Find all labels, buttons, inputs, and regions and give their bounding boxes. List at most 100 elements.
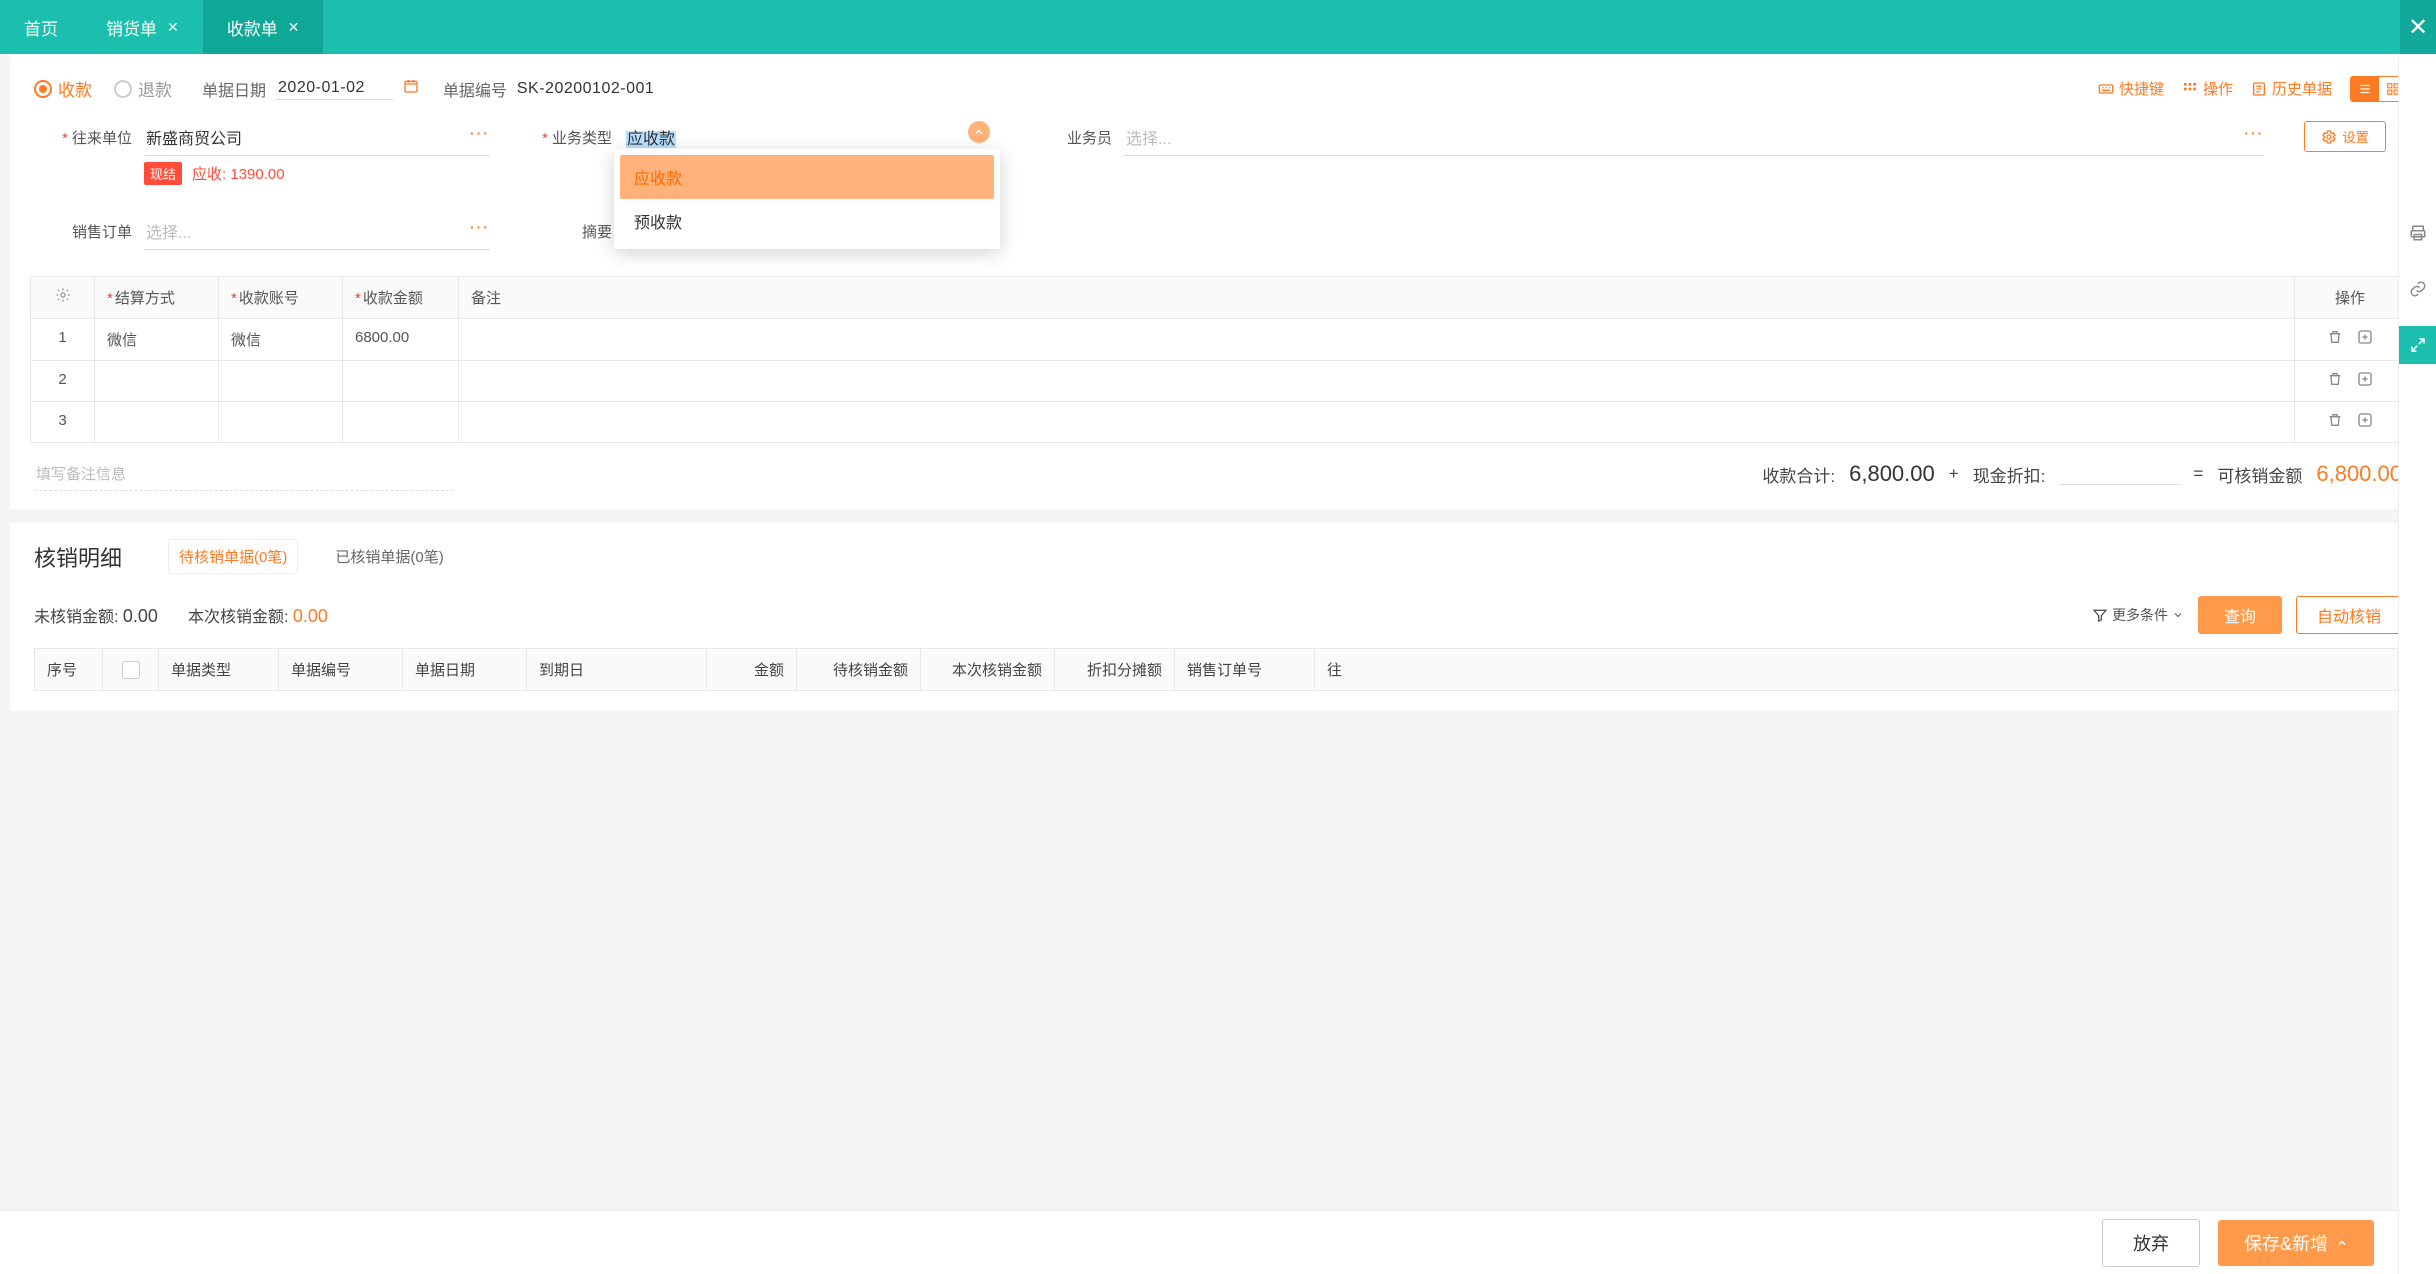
calendar-icon[interactable] bbox=[403, 78, 419, 99]
doc-date: 单据日期 2020-01-02 bbox=[202, 77, 419, 101]
radio-receive[interactable]: 收款 bbox=[34, 76, 92, 101]
biztype-option-receivable[interactable]: 应收款 bbox=[620, 155, 994, 199]
col-rel: 往 bbox=[1315, 649, 1365, 690]
more-icon[interactable]: ··· bbox=[470, 219, 490, 235]
salesman-input[interactable]: 选择... bbox=[1124, 121, 2264, 156]
chevron-up-icon[interactable] bbox=[968, 121, 990, 143]
tab-home[interactable]: 首页 bbox=[0, 0, 82, 54]
remark-input[interactable]: 填写备注信息 bbox=[34, 457, 454, 491]
cell-amount[interactable] bbox=[343, 402, 459, 442]
add-icon[interactable] bbox=[2357, 412, 2373, 432]
settings-wrap: 设置 bbox=[2304, 121, 2386, 152]
expand-icon[interactable] bbox=[2399, 326, 2436, 364]
cell-remark[interactable] bbox=[459, 361, 2295, 401]
biztype-option-prepay[interactable]: 预收款 bbox=[620, 199, 994, 243]
col-remark: 备注 bbox=[459, 277, 2295, 318]
cell-remark[interactable] bbox=[459, 402, 2295, 442]
doc-no: 单据编号 SK-20200102-001 bbox=[443, 77, 654, 101]
salesorder-field: 销售订单 选择... ··· bbox=[50, 215, 490, 250]
detail-title: 核销明细 bbox=[34, 541, 122, 573]
tab-home-label: 首页 bbox=[24, 15, 58, 40]
receipt-type-radio: 收款 退款 bbox=[28, 72, 178, 105]
top-right-actions: 快捷键 操作 历史单据 bbox=[2098, 76, 2408, 102]
tab-sales[interactable]: 销货单 ✕ bbox=[82, 0, 203, 54]
cell-account[interactable] bbox=[219, 361, 343, 401]
close-icon[interactable]: ✕ bbox=[167, 19, 179, 36]
history-link[interactable]: 历史单据 bbox=[2251, 78, 2332, 99]
more-icon[interactable]: ··· bbox=[470, 125, 490, 141]
salesorder-input[interactable]: 选择... bbox=[144, 215, 490, 250]
close-icon[interactable]: ✕ bbox=[288, 19, 300, 36]
cell-amount[interactable]: 6800.00 bbox=[343, 319, 459, 360]
ops-link[interactable]: 操作 bbox=[2182, 78, 2233, 99]
receivable-text: 应收: 1390.00 bbox=[192, 163, 285, 184]
cell-method[interactable] bbox=[95, 361, 219, 401]
chevron-down-icon bbox=[2172, 609, 2184, 621]
radio-dot-icon bbox=[114, 80, 132, 98]
row-ops bbox=[2295, 361, 2405, 401]
link-icon[interactable] bbox=[2399, 270, 2436, 308]
radio-refund-label: 退款 bbox=[138, 76, 172, 101]
cell-amount[interactable] bbox=[343, 361, 459, 401]
shortcut-link[interactable]: 快捷键 bbox=[2098, 78, 2164, 99]
detail-table-head: 序号 单据类型 单据编号 单据日期 到期日 金额 待核销金额 本次核销金额 折扣… bbox=[35, 649, 2401, 690]
shortcut-label: 快捷键 bbox=[2119, 78, 2164, 99]
save-button[interactable]: 保存&新增 bbox=[2218, 1220, 2374, 1266]
col-order: 销售订单号 bbox=[1175, 649, 1315, 690]
side-rail bbox=[2398, 54, 2436, 1274]
radio-dot-icon bbox=[34, 80, 52, 98]
delete-icon[interactable] bbox=[2327, 371, 2343, 391]
thiswriteoff: 本次核销金额: 0.00 bbox=[188, 603, 328, 627]
add-icon[interactable] bbox=[2357, 329, 2373, 350]
radio-refund[interactable]: 退款 bbox=[114, 76, 172, 101]
auto-writeoff-button[interactable]: 自动核销 bbox=[2296, 596, 2402, 634]
discount-input[interactable] bbox=[2059, 463, 2179, 485]
checkbox-all[interactable] bbox=[122, 661, 140, 679]
cell-method[interactable]: 微信 bbox=[95, 319, 219, 360]
delete-icon[interactable] bbox=[2327, 412, 2343, 432]
tab-sales-label: 销货单 bbox=[106, 15, 157, 40]
eq-sign: = bbox=[2193, 464, 2203, 484]
cell-account[interactable] bbox=[219, 402, 343, 442]
more-conditions[interactable]: 更多条件 bbox=[2092, 605, 2184, 625]
col-due: 到期日 bbox=[527, 649, 707, 690]
doc-date-label: 单据日期 bbox=[202, 77, 266, 101]
doc-no-value: SK-20200102-001 bbox=[517, 80, 654, 98]
detail-sub-right: 更多条件 查询 自动核销 bbox=[2092, 596, 2402, 634]
cell-method[interactable] bbox=[95, 402, 219, 442]
unwriteoff: 未核销金额: 0.00 bbox=[34, 603, 158, 627]
main-card: 收款 退款 单据日期 2020-01-02 单据编号 SK-20200102-0… bbox=[10, 54, 2426, 509]
row-index: 1 bbox=[31, 319, 95, 360]
party-input[interactable]: 新盛商贸公司 bbox=[144, 121, 490, 156]
gear-icon[interactable] bbox=[31, 277, 95, 318]
table-row: 2 bbox=[31, 361, 2405, 402]
save-label: 保存&新增 bbox=[2244, 1230, 2328, 1256]
col-checkbox bbox=[103, 649, 159, 690]
cell-account[interactable]: 微信 bbox=[219, 319, 343, 360]
settings-button[interactable]: 设置 bbox=[2304, 121, 2386, 152]
form-fields: *往来单位 新盛商贸公司 ··· 现结 应收: 1390.00 *业务类型 应收… bbox=[10, 117, 2426, 258]
tab-receipt[interactable]: 收款单 ✕ bbox=[203, 0, 324, 54]
query-button[interactable]: 查询 bbox=[2198, 596, 2282, 634]
history-label: 历史单据 bbox=[2272, 78, 2332, 99]
col-amount: *收款金额 bbox=[343, 277, 459, 318]
col-pend: 待核销金额 bbox=[797, 649, 921, 690]
chevron-up-icon bbox=[2336, 1237, 2348, 1249]
detail-table: 序号 单据类型 单据编号 单据日期 到期日 金额 待核销金额 本次核销金额 折扣… bbox=[34, 648, 2402, 691]
more-icon[interactable]: ··· bbox=[2244, 125, 2264, 141]
plus-sign: + bbox=[1949, 464, 1959, 484]
tab-pending[interactable]: 待核销单据(0笔) bbox=[168, 539, 298, 574]
delete-icon[interactable] bbox=[2327, 329, 2343, 350]
form-top-row: 收款 退款 单据日期 2020-01-02 单据编号 SK-20200102-0… bbox=[10, 60, 2426, 117]
salesorder-label: 销售订单 bbox=[50, 215, 132, 242]
close-all-icon[interactable]: ✕ bbox=[2400, 0, 2436, 54]
tab-done[interactable]: 已核销单据(0笔) bbox=[324, 539, 454, 574]
cell-remark[interactable] bbox=[459, 319, 2295, 360]
print-icon[interactable] bbox=[2399, 214, 2436, 252]
settings-label: 设置 bbox=[2342, 127, 2369, 146]
biztype-label: *业务类型 bbox=[530, 121, 612, 148]
discard-button[interactable]: 放弃 bbox=[2102, 1219, 2200, 1267]
doc-date-value[interactable]: 2020-01-02 bbox=[276, 77, 393, 100]
add-icon[interactable] bbox=[2357, 371, 2373, 391]
view-list-icon[interactable] bbox=[2351, 77, 2379, 101]
